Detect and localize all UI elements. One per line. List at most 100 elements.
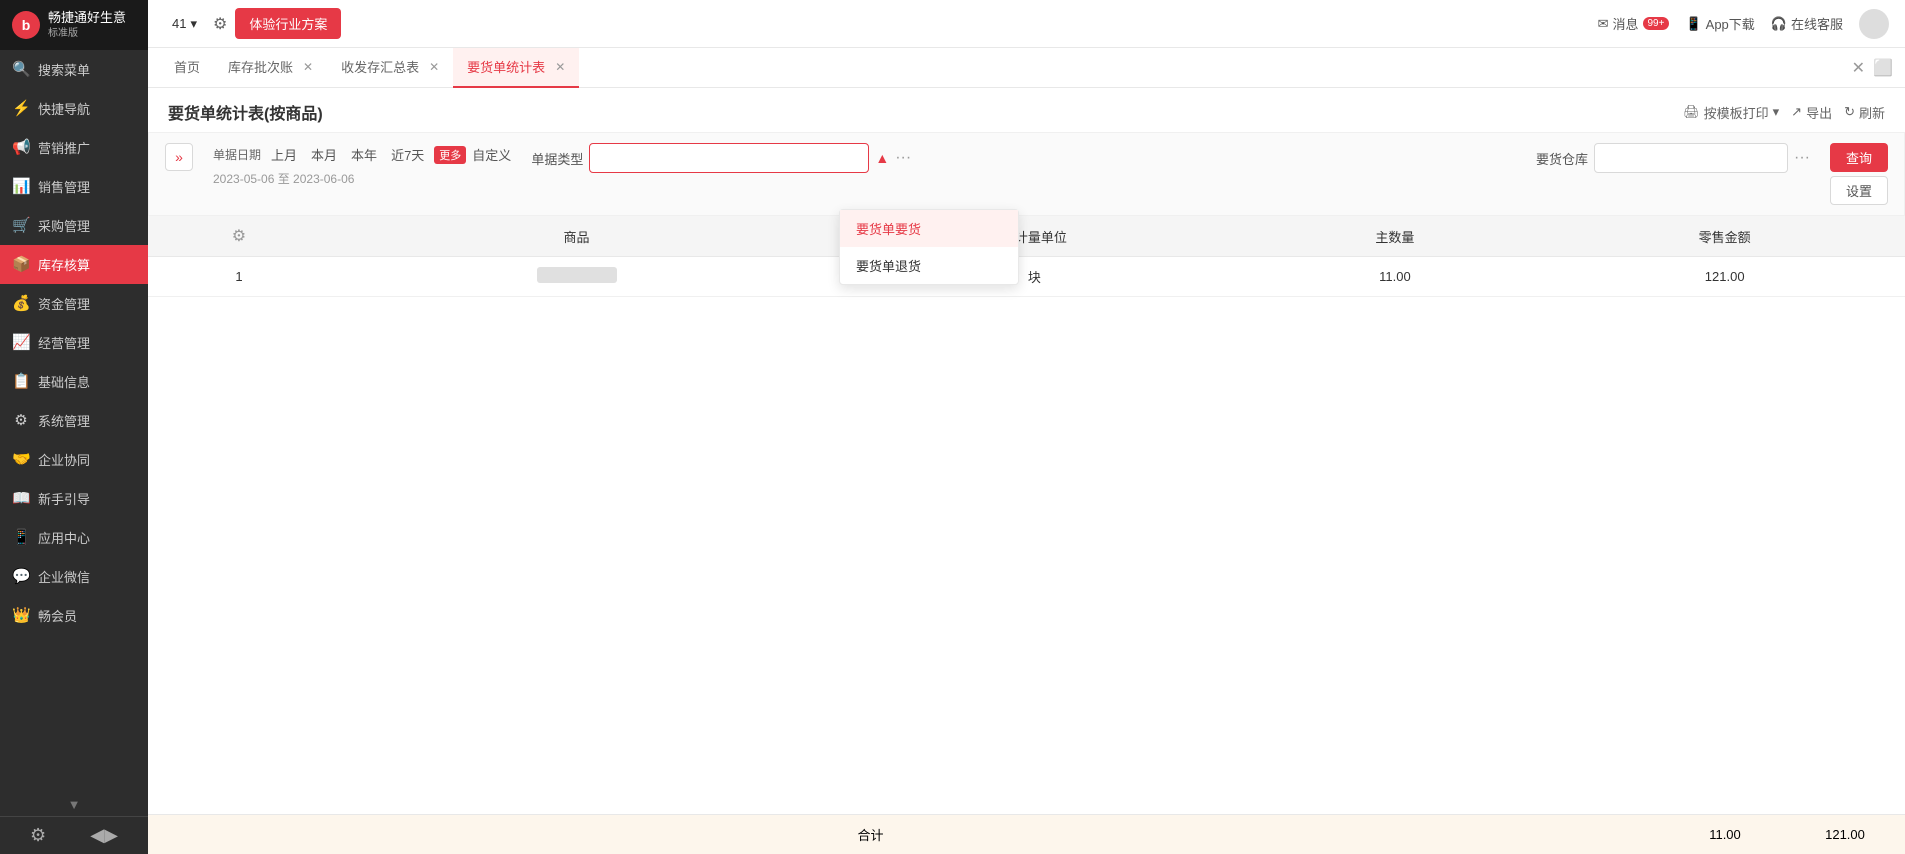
refresh-action[interactable]: ↻ 刷新	[1844, 103, 1885, 122]
sidebar-settings-icon[interactable]: ⚙	[30, 825, 46, 846]
store-dropdown-icon: ▾	[190, 16, 197, 32]
dropdown-item[interactable]: 要货单退货	[840, 247, 1018, 284]
company-name: 畅捷通好生意	[48, 10, 126, 27]
tab-1[interactable]: 库存批次账 ✕	[214, 48, 327, 88]
nav-icon: 👑	[12, 606, 30, 624]
sidebar-item-销售管理[interactable]: 📊 销售管理	[0, 167, 148, 206]
nav-icon: 📋	[12, 372, 30, 390]
online-service-item[interactable]: 🎧 在线客服	[1771, 14, 1843, 33]
col-settings-icon[interactable]: ⚙	[232, 228, 246, 245]
footer-quantity: 11.00	[1665, 827, 1785, 842]
sidebar-item-畅会员[interactable]: 👑 畅会员	[0, 596, 148, 635]
nav-label: 销售管理	[38, 177, 90, 196]
sidebar-collapse-icon[interactable]: ◀▶	[90, 825, 118, 846]
nav-label: 系统管理	[38, 411, 90, 430]
nav-icon: 📊	[12, 177, 30, 195]
filter-settings-button[interactable]: 设置	[1830, 176, 1888, 205]
warehouse-filter-input[interactable]	[1594, 143, 1788, 173]
sidebar-item-采购管理[interactable]: 🛒采购管理	[0, 206, 148, 245]
download-icon: 📱	[1685, 16, 1701, 32]
tabbar-controls: ✕⬜	[1852, 58, 1893, 78]
tab-close[interactable]: ✕	[429, 60, 439, 74]
nav-icon: 💬	[12, 567, 30, 585]
message-label: 消息	[1612, 14, 1638, 33]
message-badge: 99+	[1643, 17, 1670, 30]
sidebar-item-搜索菜单[interactable]: 🔍搜索菜单	[0, 50, 148, 89]
tab-close[interactable]: ✕	[555, 60, 565, 74]
filter-expand-button[interactable]: »	[165, 143, 193, 171]
footer-total-label: 合计	[196, 825, 1545, 844]
app-logo-icon: b	[12, 11, 40, 39]
export-action[interactable]: ↗ 导出	[1791, 103, 1832, 122]
main-area: 41 ▾ ⚙ 体验行业方案 ✉ 消息 99+ 📱 App下载 🎧 在线客服 首页…	[148, 0, 1905, 854]
table-body: 1 块 11.00 121.00	[148, 257, 1905, 297]
dropdown-item[interactable]: 要货单要货	[840, 210, 1018, 247]
topbar-settings-icon[interactable]: ⚙	[213, 14, 227, 34]
nav-icon: 🛒	[12, 216, 30, 234]
print-dropdown-icon: ▾	[1773, 104, 1780, 120]
tab-label: 库存批次账	[228, 57, 293, 76]
tab-label: 收发存汇总表	[341, 57, 419, 76]
date-custom-option[interactable]: 自定义	[472, 145, 511, 164]
tabbar-expand-icon[interactable]: ⬜	[1873, 58, 1893, 78]
export-icon: ↗	[1791, 104, 1802, 120]
date-options: 上月 本月 本年 近7天 更多 自定义	[267, 143, 511, 166]
app-download-item[interactable]: 📱 App下载	[1685, 14, 1754, 33]
nav-label: 畅会员	[38, 606, 77, 625]
col-3: 主数量	[1245, 216, 1544, 257]
topbar-right: ✉ 消息 99+ 📱 App下载 🎧 在线客服	[1598, 9, 1889, 39]
nav-icon: 📦	[12, 255, 30, 273]
type-filter-input[interactable]	[589, 143, 869, 173]
row-quantity: 11.00	[1245, 257, 1544, 297]
sidebar-item-应用中心[interactable]: 📱应用中心	[0, 518, 148, 557]
nav-label: 库存核算	[38, 255, 90, 274]
company-sub: 标准版	[48, 27, 126, 40]
sidebar-item-新手引导[interactable]: 📖新手引导	[0, 479, 148, 518]
user-avatar[interactable]	[1859, 9, 1889, 39]
app-logo-text: 畅捷通好生意 标准版	[48, 10, 126, 40]
nav-icon: 📈	[12, 333, 30, 351]
nav-label: 应用中心	[38, 528, 90, 547]
sidebar-item-企业微信[interactable]: 💬企业微信	[0, 557, 148, 596]
store-selector[interactable]: 41 ▾	[164, 12, 205, 36]
row-amount: 121.00	[1544, 257, 1905, 297]
type-filter-more[interactable]: ···	[895, 149, 911, 167]
online-service-label: 在线客服	[1791, 14, 1843, 33]
message-item[interactable]: ✉ 消息 99+	[1598, 14, 1670, 33]
tab-label: 要货单统计表	[467, 57, 545, 76]
date-opt-this-year[interactable]: 本年	[347, 143, 381, 166]
date-opt-7days[interactable]: 近7天	[387, 143, 428, 166]
table-footer: 合计 11.00 121.00	[148, 814, 1905, 854]
date-opt-this-month[interactable]: 本月	[307, 143, 341, 166]
filter-action-buttons: 查询 设置	[1830, 143, 1888, 205]
print-action[interactable]: 🖨 按模板打印 ▾	[1683, 103, 1779, 122]
tabbar-close-icon[interactable]: ✕	[1852, 58, 1865, 78]
type-filter-arrow[interactable]: ▲	[875, 150, 889, 166]
topbar-left: 41 ▾ ⚙ 体验行业方案	[164, 8, 1586, 39]
page-title: 要货单统计表(按商品)	[168, 100, 323, 124]
warehouse-filter-label: 要货仓库	[1536, 149, 1588, 168]
sidebar-item-快捷导航[interactable]: ⚡快捷导航	[0, 89, 148, 128]
sidebar-item-基础信息[interactable]: 📋基础信息	[0, 362, 148, 401]
tab-2[interactable]: 收发存汇总表 ✕	[327, 48, 453, 88]
tab-0[interactable]: 首页	[160, 48, 214, 88]
sidebar-scroll-down[interactable]: ▼	[0, 793, 148, 816]
sidebar-item-经营管理[interactable]: 📈 经营管理	[0, 323, 148, 362]
refresh-icon: ↻	[1844, 104, 1855, 120]
print-icon: 🖨	[1683, 104, 1700, 120]
tab-3[interactable]: 要货单统计表 ✕	[453, 48, 579, 88]
nav-icon: ⚙	[12, 411, 30, 429]
sidebar-item-系统管理[interactable]: ⚙ 系统管理	[0, 401, 148, 440]
sidebar-item-库存核算[interactable]: 📦 库存核算	[0, 245, 148, 284]
sidebar: b 畅捷通好生意 标准版 🔍搜索菜单⚡快捷导航📢营销推广 📊 销售管理 🛒采购管理 📦 库…	[0, 0, 148, 854]
sidebar-item-资金管理[interactable]: 💰资金管理	[0, 284, 148, 323]
date-more-badge[interactable]: 更多	[434, 146, 466, 164]
nav-label: 经营管理	[38, 333, 90, 352]
sidebar-item-营销推广[interactable]: 📢营销推广	[0, 128, 148, 167]
tab-close[interactable]: ✕	[303, 60, 313, 74]
query-button[interactable]: 查询	[1830, 143, 1888, 172]
warehouse-filter-more[interactable]: ···	[1794, 149, 1810, 167]
date-opt-prev-month[interactable]: 上月	[267, 143, 301, 166]
trial-button[interactable]: 体验行业方案	[235, 8, 341, 39]
sidebar-item-企业协同[interactable]: 🤝企业协同	[0, 440, 148, 479]
